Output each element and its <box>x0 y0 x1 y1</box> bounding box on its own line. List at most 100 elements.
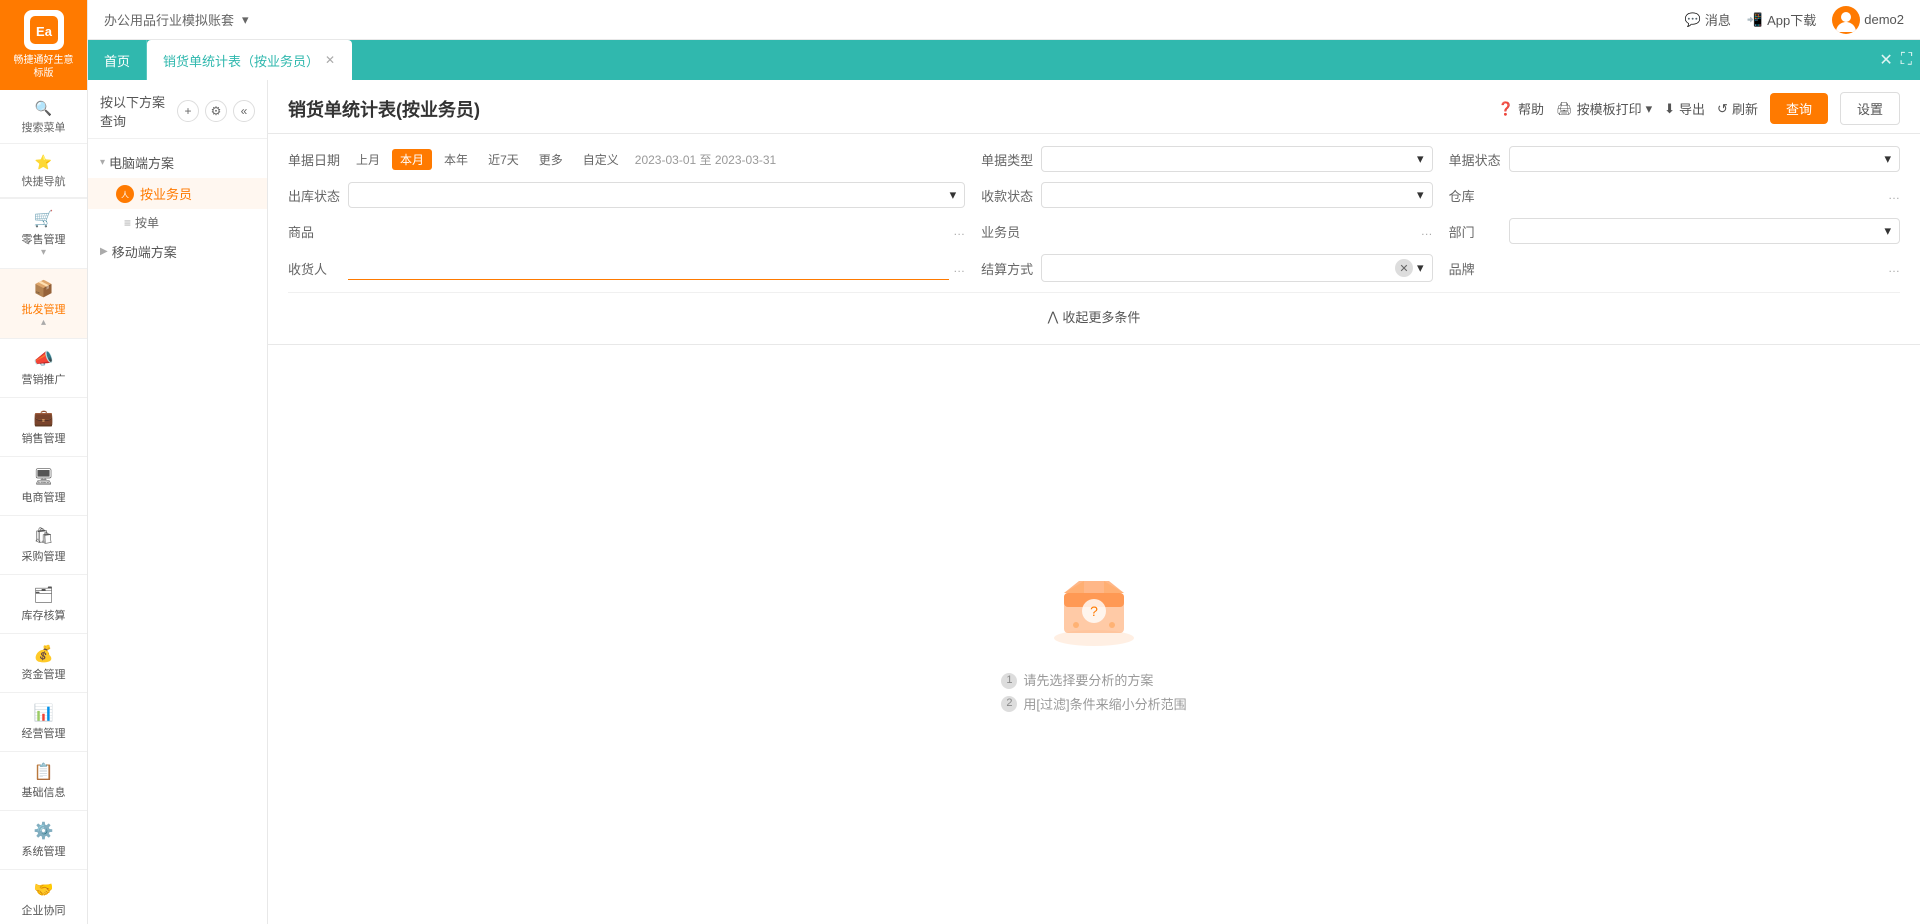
goods-label: 商品 <box>288 222 340 241</box>
consignee-more-icon[interactable]: … <box>953 261 965 275</box>
template-print-label: 按模板打印 <box>1577 99 1642 118</box>
sidebar-item-label-marketing: 营销推广 <box>22 371 66 387</box>
sidebar-item-operation[interactable]: 📊 经营管理 <box>0 693 87 752</box>
wholesale-icon: 📦 <box>34 279 54 299</box>
content-area: 按以下方案查询 + ⚙ « ▾ 电脑端方案 <box>88 80 1920 924</box>
date-tab-7days[interactable]: 近7天 <box>480 149 527 170</box>
sidebar-item-label-system: 系统管理 <box>22 843 66 859</box>
tab-expand-icon[interactable]: ⛶ <box>1901 51 1912 69</box>
export-icon: ⬇ <box>1664 101 1675 117</box>
scheme-salesperson[interactable]: 人 按业务员 <box>88 178 267 209</box>
sidebar-item-finance[interactable]: 💰 资金管理 <box>0 634 87 693</box>
left-panel-header: 按以下方案查询 + ⚙ « <box>88 80 267 139</box>
query-button[interactable]: 查询 <box>1770 93 1828 124</box>
order-status-select[interactable]: ▾ <box>1509 146 1900 172</box>
date-tab-this-month[interactable]: 本月 <box>392 149 432 170</box>
out-status-select[interactable]: ▾ <box>348 182 965 208</box>
sidebar-item-marketing[interactable]: 📣 营销推广 <box>0 339 87 398</box>
warehouse-input[interactable] <box>1509 184 1884 207</box>
order-type-select[interactable]: ▾ <box>1041 146 1432 172</box>
salesperson-input[interactable] <box>1041 220 1416 243</box>
tab-sales-stat[interactable]: 销货单统计表（按业务员） ✕ <box>147 40 352 80</box>
purchase-icon: 🛍 <box>33 526 53 546</box>
sales-icon: 💼 <box>34 408 54 428</box>
salesperson-more-icon[interactable]: … <box>1421 224 1433 238</box>
date-tab-more[interactable]: 更多 <box>531 149 571 170</box>
avatar <box>1832 6 1860 34</box>
app-download-btn[interactable]: 📲 App下载 <box>1747 10 1816 29</box>
department-select[interactable]: ▾ <box>1509 218 1900 244</box>
payment-status-select[interactable]: ▾ <box>1041 182 1432 208</box>
mobile-group-label: 移动端方案 <box>112 242 177 261</box>
scheme-order[interactable]: ≡ 按单 <box>88 209 267 236</box>
filter-row-1: 单据日期 上月 本月 本年 近7天 更多 自定义 2023-03-01 至 20… <box>288 146 1900 172</box>
empty-illustration: ? <box>1034 553 1154 653</box>
date-tab-last-month[interactable]: 上月 <box>348 149 388 170</box>
settle-select[interactable]: ✕ ▾ <box>1041 254 1432 282</box>
retail-icon: 🛒 <box>34 209 54 229</box>
goods-more-icon[interactable]: … <box>953 224 965 238</box>
sidebar-item-ecommerce[interactable]: 🖥 电商管理 <box>0 457 87 516</box>
tab-home-label: 首页 <box>104 51 130 70</box>
collapse-panel-btn[interactable]: « <box>233 100 255 122</box>
pc-group-arrow: ▾ <box>100 157 105 168</box>
add-scheme-btn[interactable]: + <box>177 100 199 122</box>
sidebar-logo: Ea 畅捷通好生意标版 <box>0 0 87 90</box>
left-panel-title: 按以下方案查询 <box>100 92 177 130</box>
date-tab-this-year[interactable]: 本年 <box>436 149 476 170</box>
settle-clear-btn[interactable]: ✕ <box>1395 259 1413 277</box>
help-btn[interactable]: ❓ 帮助 <box>1498 99 1544 118</box>
left-panel: 按以下方案查询 + ⚙ « ▾ 电脑端方案 <box>88 80 268 924</box>
brand-input[interactable] <box>1509 257 1884 280</box>
sidebar-item-purchase[interactable]: 🛍 采购管理 <box>0 516 87 575</box>
consignee-input[interactable] <box>348 256 949 280</box>
sidebar-item-system[interactable]: ⚙️ 系统管理 <box>0 811 87 870</box>
pc-group-header[interactable]: ▾ 电脑端方案 <box>88 147 267 178</box>
filter-department: 部门 ▾ <box>1449 218 1900 244</box>
warehouse-more-icon[interactable]: … <box>1888 188 1900 202</box>
scheme-salesperson-label: 按业务员 <box>140 184 192 203</box>
sidebar-item-retail[interactable]: 🛒 零售管理 ▾ <box>0 199 87 269</box>
date-tab-custom[interactable]: 自定义 <box>575 149 627 170</box>
message-btn[interactable]: 💬 消息 <box>1685 10 1731 29</box>
brand-more-icon[interactable]: … <box>1888 261 1900 275</box>
mobile-group-header[interactable]: ▶ 移动端方案 <box>88 236 267 267</box>
user-name: demo2 <box>1864 12 1904 27</box>
refresh-btn[interactable]: ↺ 刷新 <box>1717 99 1758 118</box>
search-menu-item[interactable]: 🔍 搜索菜单 <box>0 90 87 144</box>
order-type-dropdown-icon: ▾ <box>1417 151 1424 167</box>
sidebar-item-basic[interactable]: 📋 基础信息 <box>0 752 87 811</box>
collapse-filter-btn[interactable]: ⋀ 收起更多条件 <box>1028 301 1161 332</box>
scheme-settings-btn[interactable]: ⚙ <box>205 100 227 122</box>
scheme-order-label: 按单 <box>135 214 159 231</box>
app-dropdown[interactable]: ▾ <box>242 12 249 28</box>
tab-close-icon[interactable]: ✕ <box>325 53 335 67</box>
filter-salesperson: 业务员 … <box>981 220 1432 243</box>
order-status-dropdown-icon: ▾ <box>1884 151 1891 167</box>
export-btn[interactable]: ⬇ 导出 <box>1664 99 1705 118</box>
sidebar-item-enterprise[interactable]: 🤝 企业协同 <box>0 870 87 924</box>
settings-icon: ⚙ <box>211 104 222 118</box>
message-icon: 💬 <box>1685 12 1701 28</box>
sidebar-item-wholesale[interactable]: 📦 批发管理 ▴ <box>0 269 87 339</box>
help-label: 帮助 <box>1518 99 1544 118</box>
filter-payment-status: 收款状态 ▾ <box>981 182 1432 208</box>
date-tabs: 上月 本月 本年 近7天 更多 自定义 <box>348 149 627 170</box>
goods-input[interactable] <box>348 220 949 243</box>
tab-close-action-icon[interactable]: ✕ <box>1879 50 1892 70</box>
svg-text:人: 人 <box>121 190 129 199</box>
left-panel-actions: + ⚙ « <box>177 100 255 122</box>
collapse-up-icon: ⋀ <box>1048 309 1059 325</box>
shortcut-nav-item[interactable]: ⭐ 快捷导航 <box>0 144 87 199</box>
sidebar-item-sales[interactable]: 💼 销售管理 <box>0 398 87 457</box>
filter-settle: 结算方式 ✕ ▾ <box>981 254 1432 282</box>
tab-sales-stat-label: 销货单统计表（按业务员） <box>163 51 319 70</box>
settings-button[interactable]: 设置 <box>1840 92 1900 125</box>
tip-num-1: 1 <box>1001 673 1017 689</box>
sidebar-item-label-purchase: 采购管理 <box>22 548 66 564</box>
empty-tip-2: 2 用[过滤]条件来缩小分析范围 <box>1001 693 1186 716</box>
template-print-btn[interactable]: 🖨 按模板打印 ▾ <box>1556 99 1652 118</box>
sidebar-item-inventory[interactable]: 🗂 库存核算 <box>0 575 87 634</box>
tab-home[interactable]: 首页 <box>88 40 147 80</box>
user-profile[interactable]: demo2 <box>1832 6 1904 34</box>
